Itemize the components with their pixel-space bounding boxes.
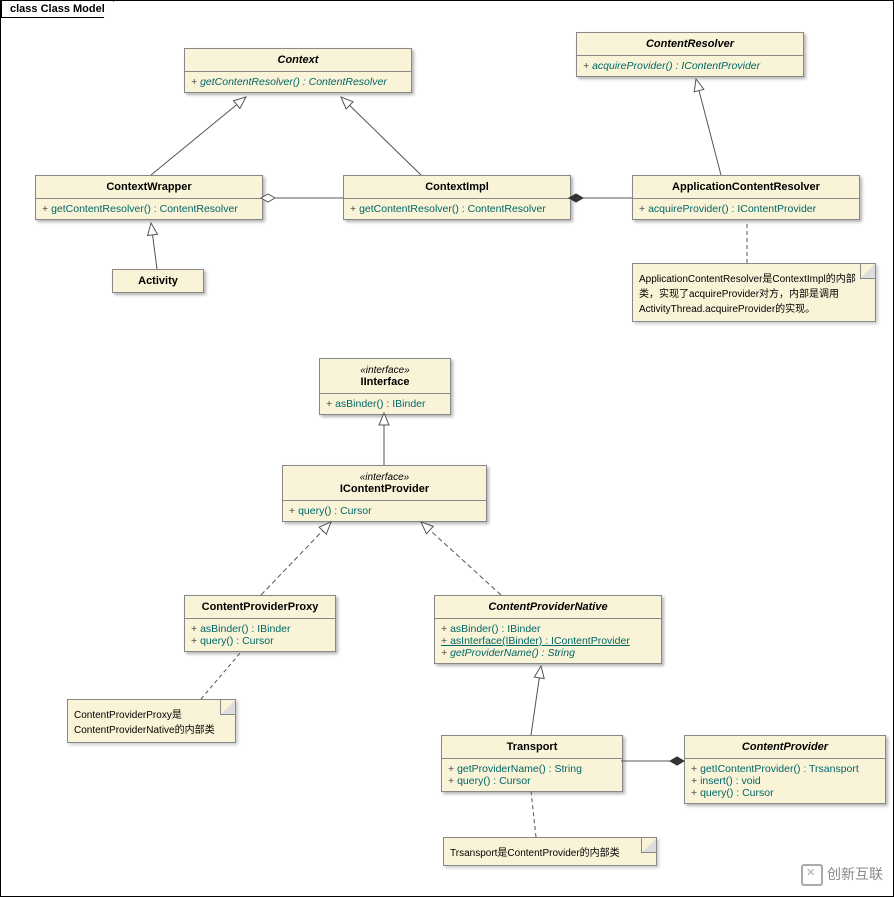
class-ContentResolver: ContentResolver acquireProvider() : ICon… xyxy=(576,32,804,77)
class-name: ContextWrapper xyxy=(106,181,191,193)
class-op: asInterface(IBinder) : IContentProvider xyxy=(441,635,655,647)
diagram-title: class Class Model xyxy=(10,3,105,15)
class-op: getContentResolver() : ContentResolver xyxy=(42,203,256,215)
diagram-title-tab: class Class Model xyxy=(1,1,114,18)
class-op: query() : Cursor xyxy=(691,787,879,799)
class-ApplicationContentResolver: ApplicationContentResolver acquireProvid… xyxy=(632,175,860,220)
watermark: ✕ 创新互联 xyxy=(801,864,883,886)
class-op: getIContentProvider() : Trsansport xyxy=(691,763,879,775)
class-ContentProviderProxy: ContentProviderProxy asBinder() : IBinde… xyxy=(184,595,336,652)
note-transport: Trsansport是ContentProvider的内部类 xyxy=(443,837,657,866)
class-name: ContentProvider xyxy=(742,741,828,753)
class-op: asBinder() : IBinder xyxy=(191,623,329,635)
class-name: Context xyxy=(278,54,319,66)
class-IInterface: «interface»IInterface asBinder() : IBind… xyxy=(319,358,451,415)
class-Context: Context getContentResolver() : ContentRe… xyxy=(184,48,412,93)
class-op: insert() : void xyxy=(691,775,879,787)
stereotype: «interface» xyxy=(360,472,409,483)
class-name: ContentProviderNative xyxy=(488,601,607,613)
class-op: acquireProvider() : IContentProvider xyxy=(639,203,853,215)
class-op: query() : Cursor xyxy=(448,775,616,787)
class-op: query() : Cursor xyxy=(191,635,329,647)
class-op: getContentResolver() : ContentResolver xyxy=(191,76,405,88)
note-app-resolver: ApplicationContentResolver是ContextImpl的内… xyxy=(632,263,876,322)
class-op: asBinder() : IBinder xyxy=(441,623,655,635)
class-name: ContentResolver xyxy=(646,38,734,50)
class-op: asBinder() : IBinder xyxy=(326,398,444,410)
class-op: getContentResolver() : ContentResolver xyxy=(350,203,564,215)
class-name: ContentProviderProxy xyxy=(202,601,319,613)
stereotype: «interface» xyxy=(360,365,409,376)
note-proxy: ContentProviderProxy是ContentProviderNati… xyxy=(67,699,236,743)
class-Activity: Activity xyxy=(112,269,204,293)
class-op: getProviderName() : String xyxy=(448,763,616,775)
watermark-text: 创新互联 xyxy=(827,866,883,882)
class-ContextWrapper: ContextWrapper getContentResolver() : Co… xyxy=(35,175,263,220)
class-name: Transport xyxy=(507,741,558,753)
class-name: IContentProvider xyxy=(340,483,429,495)
watermark-icon: ✕ xyxy=(801,864,823,886)
class-name: IInterface xyxy=(361,376,410,388)
class-name: ApplicationContentResolver xyxy=(672,181,820,193)
class-Transport: Transport getProviderName() : String que… xyxy=(441,735,623,792)
class-name: Activity xyxy=(138,275,178,287)
class-op: getProviderName() : String xyxy=(441,647,655,659)
class-ContextImpl: ContextImpl getContentResolver() : Conte… xyxy=(343,175,571,220)
class-op: acquireProvider() : IContentProvider xyxy=(583,60,797,72)
class-IContentProvider: «interface»IContentProvider query() : Cu… xyxy=(282,465,487,522)
class-ContentProvider: ContentProvider getIContentProvider() : … xyxy=(684,735,886,804)
class-op: query() : Cursor xyxy=(289,505,480,517)
class-ContentProviderNative: ContentProviderNative asBinder() : IBind… xyxy=(434,595,662,664)
class-name: ContextImpl xyxy=(425,181,489,193)
